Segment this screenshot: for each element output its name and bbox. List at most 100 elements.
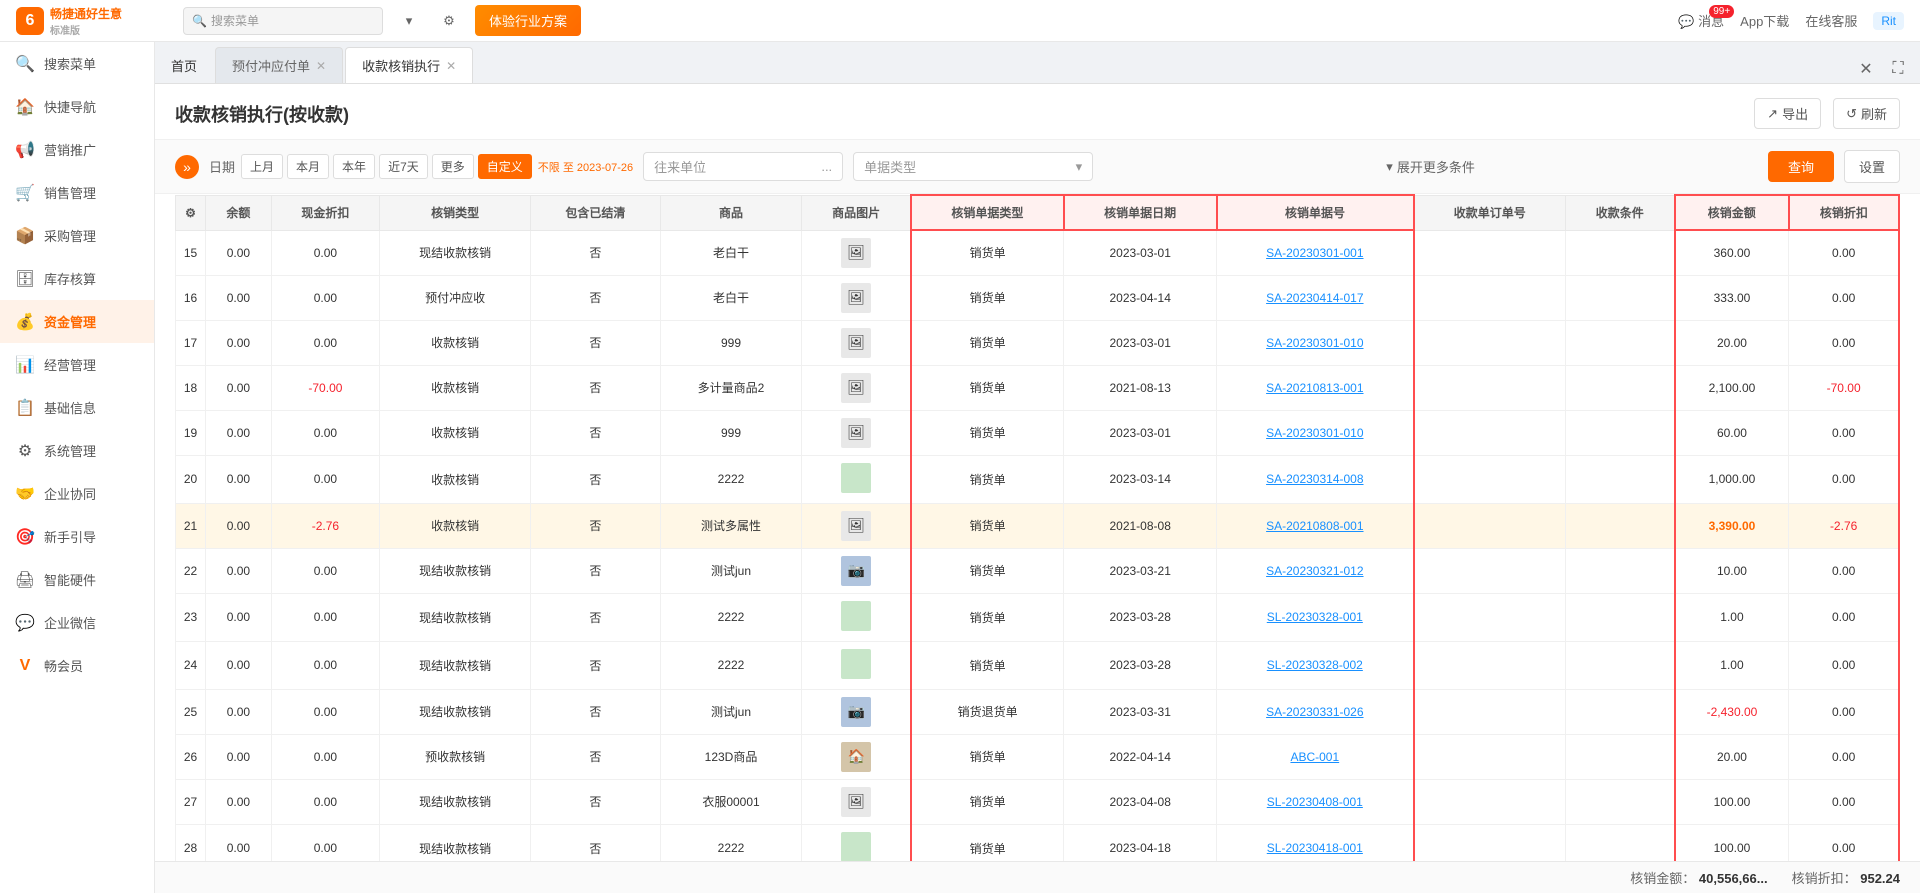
user-info[interactable]: Rit xyxy=(1873,12,1904,30)
cell-verify-discount: 0.00 xyxy=(1789,275,1899,320)
sidebar-item-collab[interactable]: 🤝 企业协同 xyxy=(0,472,154,515)
filter-expand-btn[interactable]: » xyxy=(175,155,199,179)
table-row: 26 0.00 0.00 预收款核销 否 123D商品 🏠 销货单 2022-0… xyxy=(176,734,1900,779)
cell-receipt-order-no xyxy=(1414,275,1566,320)
sidebar-item-sales[interactable]: 🛒 销售管理 xyxy=(0,171,154,214)
filter-dropdown-icon: ▾ xyxy=(1076,159,1083,175)
table-footer: 核销金额： 40,556,66... 核销折扣： 952.24 xyxy=(155,861,1920,893)
cell-verify-bill-type: 销货单 xyxy=(911,365,1064,410)
cell-verify-bill-no[interactable]: SA-20230301-001 xyxy=(1217,230,1414,275)
cell-include-cleared: 否 xyxy=(531,593,661,641)
sidebar-label-member: 畅会员 xyxy=(44,656,83,675)
cell-verify-bill-no[interactable]: SA-20230331-026 xyxy=(1217,689,1414,734)
cell-verify-bill-no[interactable]: SL-20230328-002 xyxy=(1217,641,1414,689)
refresh-btn[interactable]: ↺ 刷新 xyxy=(1833,98,1900,129)
sidebar-item-wechat[interactable]: 💬 企业微信 xyxy=(0,601,154,644)
online-service-btn[interactable]: 在线客服 xyxy=(1805,11,1857,30)
tab-expand-btn[interactable]: ⛶ xyxy=(1884,55,1912,83)
cell-verify-bill-no[interactable]: SA-20230314-008 xyxy=(1217,455,1414,503)
cell-verify-amount: 20.00 xyxy=(1675,320,1789,365)
expand-more-btn[interactable]: ▾ 展开更多条件 xyxy=(1386,157,1475,176)
sidebar-item-search[interactable]: 🔍 搜索菜单 xyxy=(0,42,154,85)
tab-bar: 首页 预付冲应付单 ✕ 收款核销执行 ✕ ✕ ⛶ xyxy=(155,42,1920,84)
cell-verify-bill-no[interactable]: SL-20230328-001 xyxy=(1217,593,1414,641)
filter-date-custom[interactable]: 自定义 xyxy=(478,154,532,179)
filter-date-more[interactable]: 更多 xyxy=(432,154,474,179)
cell-receipt-condition xyxy=(1565,641,1674,689)
settings-icon[interactable]: ⚙ xyxy=(435,7,463,35)
sidebar-item-quicknav[interactable]: 🏠 快捷导航 xyxy=(0,85,154,128)
cell-receipt-order-no xyxy=(1414,779,1566,824)
cell-balance: 0.00 xyxy=(206,824,272,861)
cell-id: 24 xyxy=(176,641,206,689)
dropdown-icon[interactable]: ▾ xyxy=(395,7,423,35)
filter-date-this-month[interactable]: 本月 xyxy=(287,154,329,179)
filter-bar: » 日期 上月 本月 本年 近7天 更多 自定义 不限 至 2023-07-26… xyxy=(155,140,1920,194)
sidebar-item-guide[interactable]: 🎯 新手引导 xyxy=(0,515,154,558)
expand-more-container: ▾ 展开更多条件 xyxy=(1103,157,1758,176)
cell-verify-type: 收款核销 xyxy=(380,410,531,455)
table-row: 15 0.00 0.00 现结收款核销 否 老白干 🖼 销货单 2023-03-… xyxy=(176,230,1900,275)
cell-product-image xyxy=(802,455,911,503)
filter-date-btns: 上月 本月 本年 近7天 更多 自定义 xyxy=(241,154,532,179)
cell-cash-discount: 0.00 xyxy=(271,410,379,455)
cell-verify-bill-type: 销货单 xyxy=(911,548,1064,593)
tab-prepay[interactable]: 预付冲应付单 ✕ xyxy=(215,47,343,83)
cell-verify-bill-no[interactable]: SA-20230301-010 xyxy=(1217,410,1414,455)
filter-date-this-year[interactable]: 本年 xyxy=(333,154,375,179)
sidebar-item-basic[interactable]: 📋 基础信息 xyxy=(0,386,154,429)
sidebar-item-marketing[interactable]: 📢 营销推广 xyxy=(0,128,154,171)
th-settings[interactable]: ⚙ xyxy=(176,195,206,230)
sidebar-label-wechat: 企业微信 xyxy=(44,613,96,632)
table-row: 19 0.00 0.00 收款核销 否 999 🖼 销货单 2023-03-01… xyxy=(176,410,1900,455)
filter-date-last-month[interactable]: 上月 xyxy=(241,154,283,179)
tab-home[interactable]: 首页 xyxy=(155,47,213,83)
cell-verify-bill-no[interactable]: SA-20230321-012 xyxy=(1217,548,1414,593)
filter-bill-type[interactable]: 单据类型 ▾ xyxy=(853,152,1093,181)
sidebar-item-finance[interactable]: 💰 资金管理 xyxy=(0,300,154,343)
sidebar-item-system[interactable]: ⚙ 系统管理 xyxy=(0,429,154,472)
cell-cash-discount: 0.00 xyxy=(271,641,379,689)
cell-verify-bill-no[interactable]: SA-20210813-001 xyxy=(1217,365,1414,410)
tab-receipts-close[interactable]: ✕ xyxy=(446,59,456,73)
export-btn[interactable]: ↗ 导出 xyxy=(1754,98,1821,129)
purchase-icon: 📦 xyxy=(16,227,34,245)
message-btn[interactable]: 💬 消息 99+ xyxy=(1678,11,1724,30)
cell-receipt-order-no xyxy=(1414,689,1566,734)
app-name: 畅捷通好生意 xyxy=(50,5,122,22)
cell-receipt-condition xyxy=(1565,548,1674,593)
sidebar-item-business[interactable]: 📊 经营管理 xyxy=(0,343,154,386)
cell-verify-bill-no[interactable]: SL-20230418-001 xyxy=(1217,824,1414,861)
sidebar-item-purchase[interactable]: 📦 采购管理 xyxy=(0,214,154,257)
filter-bill-type-label: 单据类型 xyxy=(864,157,916,176)
tab-close-btn[interactable]: ✕ xyxy=(1852,55,1880,83)
cell-product-image: 🖼 xyxy=(802,275,911,320)
tab-prepay-close[interactable]: ✕ xyxy=(316,59,326,73)
filter-counterpart[interactable]: 往来单位 ... xyxy=(643,152,843,181)
cell-product-image: 🖼 xyxy=(802,410,911,455)
cell-verify-amount: 100.00 xyxy=(1675,824,1789,861)
cell-receipt-condition xyxy=(1565,503,1674,548)
tab-receipts[interactable]: 收款核销执行 ✕ xyxy=(345,47,473,83)
cell-verify-bill-no[interactable]: SA-20230414-017 xyxy=(1217,275,1414,320)
table-container[interactable]: ⚙ 余额 现金折扣 核销类型 包含已结清 商品 商品图片 核销单据类型 核销单据… xyxy=(155,194,1920,861)
sidebar-item-hardware[interactable]: 🖨 智能硬件 xyxy=(0,558,154,601)
filter-date-7days[interactable]: 近7天 xyxy=(379,154,428,179)
filter-settings-btn[interactable]: 设置 xyxy=(1844,150,1900,183)
query-btn[interactable]: 查询 xyxy=(1768,151,1834,182)
app-download-btn[interactable]: App下载 xyxy=(1740,11,1789,30)
cell-verify-bill-no[interactable]: SA-20230301-010 xyxy=(1217,320,1414,365)
cell-include-cleared: 否 xyxy=(531,230,661,275)
sidebar-item-member[interactable]: V 畅会员 xyxy=(0,644,154,687)
inventory-icon: 🗄 xyxy=(16,270,34,288)
cell-verify-bill-type: 销货单 xyxy=(911,641,1064,689)
industry-btn[interactable]: 体验行业方案 xyxy=(475,5,581,36)
sidebar-item-inventory[interactable]: 🗄 库存核算 xyxy=(0,257,154,300)
cell-include-cleared: 否 xyxy=(531,320,661,365)
cell-verify-bill-no[interactable]: SL-20230408-001 xyxy=(1217,779,1414,824)
export-icon: ↗ xyxy=(1767,106,1778,122)
business-icon: 📊 xyxy=(16,356,34,374)
cell-verify-bill-no[interactable]: ABC-001 xyxy=(1217,734,1414,779)
cell-product: 999 xyxy=(660,320,802,365)
cell-verify-bill-no[interactable]: SA-20210808-001 xyxy=(1217,503,1414,548)
